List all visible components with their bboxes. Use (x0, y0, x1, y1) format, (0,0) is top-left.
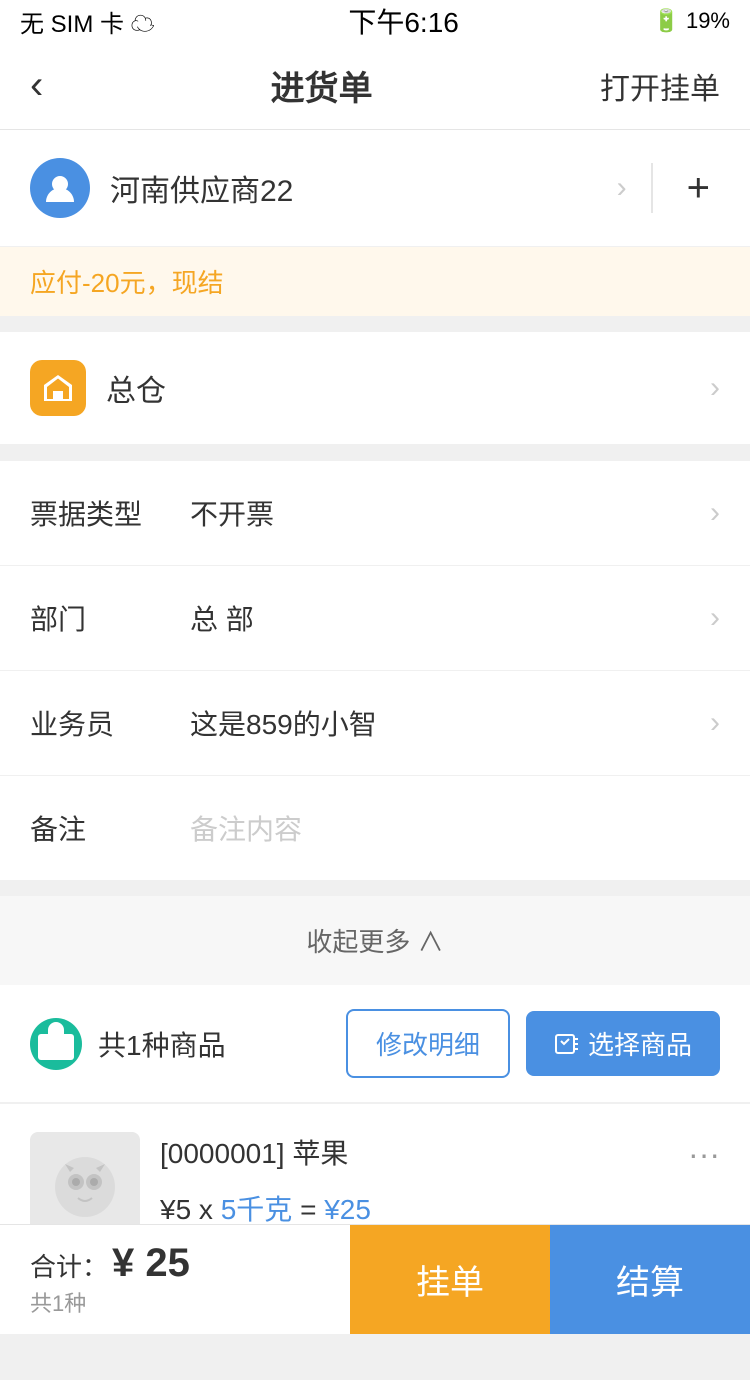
total-amount: ¥ 25 (112, 1241, 190, 1286)
total-sub: 共1种 (30, 1286, 320, 1318)
warehouse-name: 总仓 (106, 366, 710, 410)
battery-percent: 19% (686, 8, 730, 34)
product-price: ¥5 x 5千克 = ¥25 (160, 1188, 668, 1228)
salesperson-value: 这是859的小智 (190, 703, 710, 743)
invoice-type-label: 票据类型 (30, 493, 190, 533)
total-label: 合计： (30, 1247, 108, 1284)
product-header: 共1种商品 修改明细 选择商品 (0, 985, 750, 1102)
select-product-button[interactable]: 选择商品 (526, 1011, 720, 1076)
more-button[interactable]: ··· (688, 1132, 720, 1173)
product-count: 共1种商品 (98, 1024, 330, 1064)
department-chevron-icon: › (710, 601, 720, 635)
equals: = (300, 1194, 324, 1225)
supplier-divider (651, 163, 653, 213)
bottom-bar: 合计： ¥ 25 共1种 挂单 结算 (0, 1224, 750, 1334)
department-row[interactable]: 部门 总 部 › (0, 565, 750, 670)
warehouse-chevron-icon: › (710, 371, 720, 405)
hang-button[interactable]: 挂单 (350, 1225, 550, 1334)
product-code: [0000001] (160, 1138, 292, 1169)
add-supplier-button[interactable]: + (677, 166, 720, 211)
status-bar-time: 下午6:16 (348, 1, 459, 41)
remarks-label: 备注 (30, 808, 190, 848)
supplier-name: 河南供应商22 (110, 166, 617, 210)
department-value: 总 部 (190, 598, 710, 638)
salesperson-chevron-icon: › (710, 706, 720, 740)
nav-bar: ‹ 进货单 打开挂单 (0, 42, 750, 130)
warehouse-row[interactable]: 总仓 › (0, 332, 750, 444)
product-title: 苹果 (292, 1138, 348, 1169)
back-button[interactable]: ‹ (30, 63, 43, 108)
collapse-button[interactable]: 收起更多 ∧ (0, 896, 750, 985)
supplier-row[interactable]: 河南供应商22 › + (0, 130, 750, 247)
total-price: ¥25 (324, 1194, 371, 1225)
warehouse-section: 总仓 › (0, 332, 750, 444)
edit-detail-button[interactable]: 修改明细 (346, 1009, 510, 1078)
unit-price: ¥5 x (160, 1194, 221, 1225)
supplier-chevron-icon: › (617, 171, 627, 205)
open-hang-button[interactable]: 打开挂单 (600, 64, 720, 108)
remarks-row[interactable]: 备注 备注内容 (0, 775, 750, 880)
status-bar-right: 🔋 19% (653, 8, 730, 34)
status-bar: 无 SIM 卡 ☁ 下午6:16 🔋 19% (0, 0, 750, 42)
collapse-label: 收起更多 ∧ (306, 922, 443, 959)
select-product-label: 选择商品 (588, 1025, 692, 1062)
invoice-type-chevron-icon: › (710, 496, 720, 530)
battery-icon: 🔋 (653, 8, 680, 34)
form-section: 票据类型 不开票 › 部门 总 部 › 业务员 这是859的小智 › 备注 备注… (0, 460, 750, 880)
notice-text: 应付-20元，现结 (30, 268, 224, 298)
sim-status: 无 SIM 卡 ☁ (20, 4, 155, 39)
checkout-button[interactable]: 结算 (550, 1225, 750, 1334)
product-header-icon (30, 1018, 82, 1070)
product-name: [0000001] 苹果 (160, 1132, 668, 1172)
product-info: [0000001] 苹果 ¥5 x 5千克 = ¥25 (160, 1132, 668, 1228)
invoice-type-value: 不开票 (190, 493, 710, 533)
quantity: 5千克 (221, 1194, 293, 1225)
remarks-input[interactable]: 备注内容 (190, 808, 720, 848)
invoice-type-row[interactable]: 票据类型 不开票 › (0, 460, 750, 565)
department-label: 部门 (30, 598, 190, 638)
status-bar-left: 无 SIM 卡 ☁ (20, 4, 155, 39)
page-title: 进货单 (271, 61, 373, 110)
warehouse-icon (30, 360, 86, 416)
supplier-avatar (30, 158, 90, 218)
total-section: 合计： ¥ 25 共1种 (0, 1225, 350, 1334)
salesperson-row[interactable]: 业务员 这是859的小智 › (0, 670, 750, 775)
salesperson-label: 业务员 (30, 703, 190, 743)
supplier-section: 河南供应商22 › + 应付-20元，现结 (0, 130, 750, 316)
notice-banner: 应付-20元，现结 (0, 247, 750, 316)
